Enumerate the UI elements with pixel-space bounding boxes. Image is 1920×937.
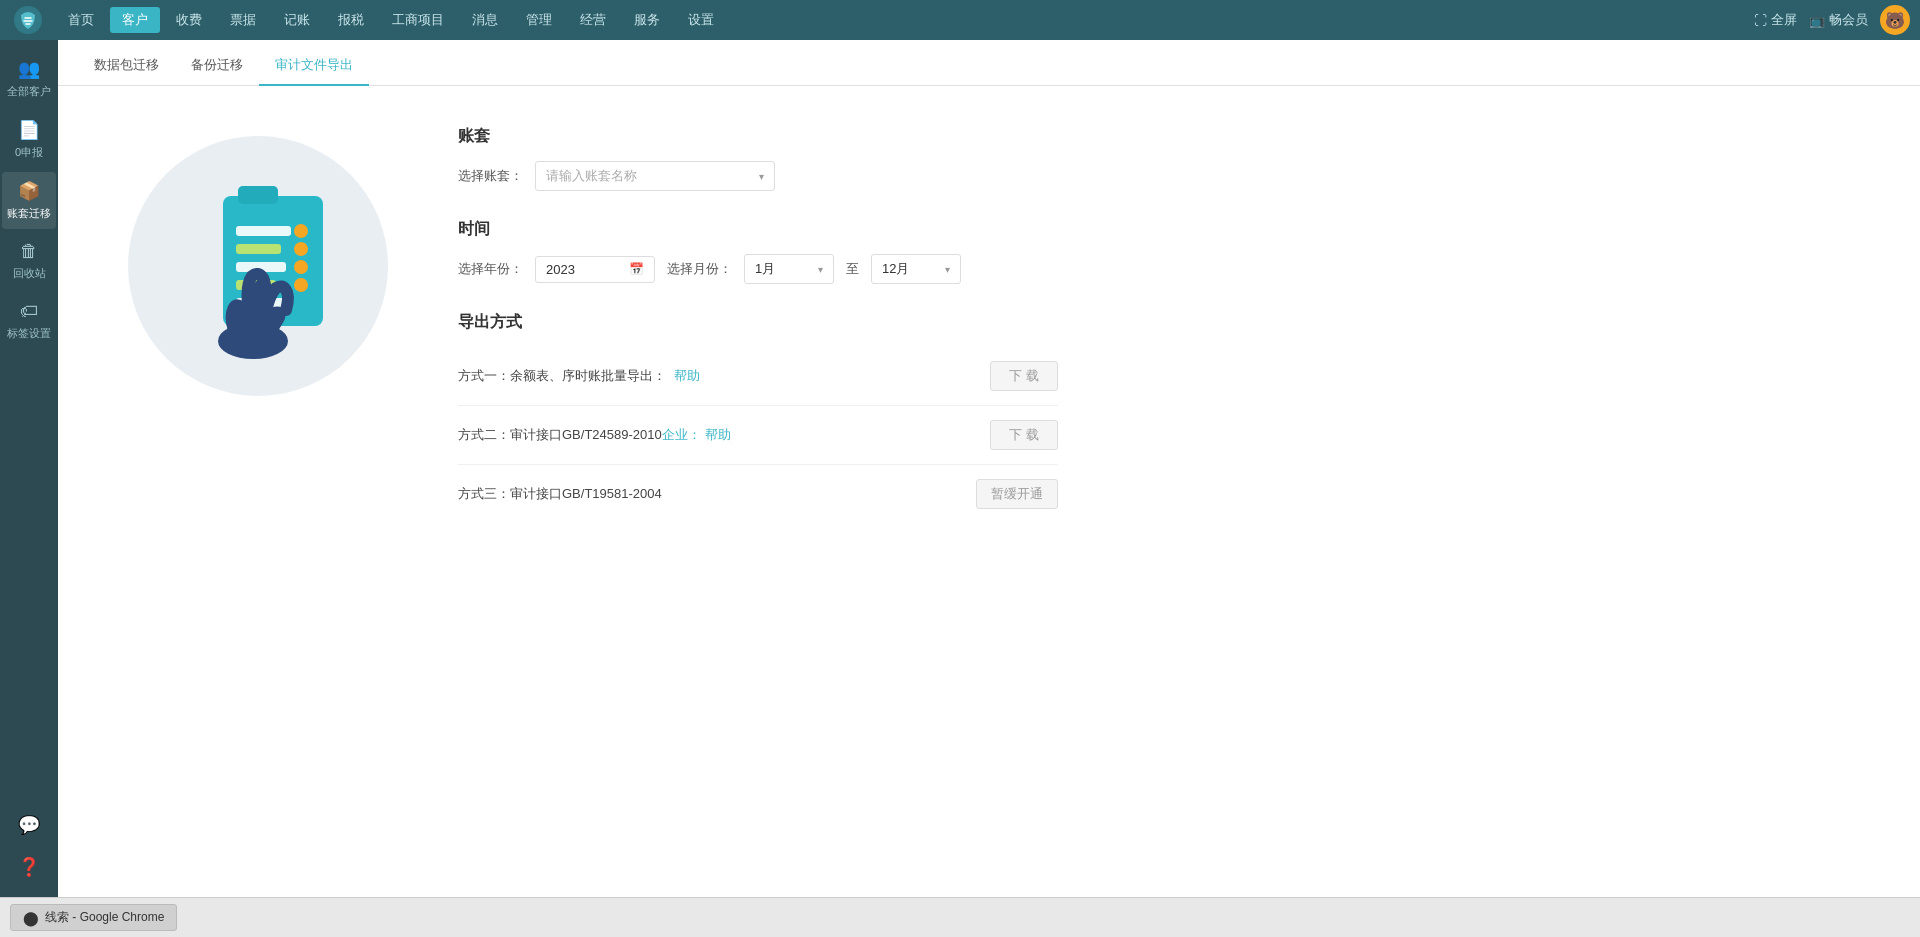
taskbar-item-label: 线索 - Google Chrome (45, 909, 164, 926)
tag-settings-icon: 🏷 (20, 301, 38, 322)
account-select[interactable]: 请输入账套名称 ▾ (535, 161, 775, 191)
vip-icon: 📺 (1809, 13, 1825, 28)
method-3-desc: 方式三：审计接口GB/T19581-2004 (458, 485, 662, 503)
nav-client[interactable]: 客户 (110, 7, 160, 33)
nav-items: 首页 客户 收费 票据 记账 报税 工商项目 消息 管理 经营 服务 设置 (56, 7, 1754, 33)
year-input[interactable]: 2023 📅 (535, 256, 655, 283)
sidebar-item-zero-declare[interactable]: 📄 0申报 (2, 111, 56, 168)
month-end-value: 12月 (882, 260, 909, 278)
nav-bookkeeping[interactable]: 记账 (272, 7, 322, 33)
avatar[interactable]: 🐻 (1880, 5, 1910, 35)
tab-audit-export[interactable]: 审计文件导出 (259, 46, 369, 86)
method-2-desc: 方式二：审计接口GB/T24589-2010企业：帮助 (458, 426, 731, 444)
export-method-2: 方式二：审计接口GB/T24589-2010企业：帮助 下 载 (458, 406, 1058, 465)
sidebar-item-account-migration[interactable]: 📦 账套迁移 (2, 172, 56, 229)
svg-point-9 (294, 224, 308, 238)
time-section-title: 时间 (458, 219, 1058, 240)
method-1-download-btn[interactable]: 下 载 (990, 361, 1058, 391)
nav-settings[interactable]: 设置 (676, 7, 726, 33)
recycle-icon: 🗑 (20, 241, 38, 262)
sidebar-bottom: 💬 ❓ (11, 807, 47, 897)
svg-point-12 (294, 278, 308, 292)
sidebar-item-tag-settings[interactable]: 🏷 标签设置 (2, 293, 56, 349)
illustration-area (118, 126, 398, 857)
form-area: 账套 选择账套： 请输入账套名称 ▾ 时间 选择年份： (458, 126, 1058, 857)
month-start-value: 1月 (755, 260, 775, 278)
sidebar: 👥 全部客户 📄 0申报 📦 账套迁移 🗑 回收站 🏷 标签设置 💬 ❓ (0, 40, 58, 897)
top-navigation: 首页 客户 收费 票据 记账 报税 工商项目 消息 管理 经营 服务 设置 ⛶ … (0, 0, 1920, 40)
account-form-row: 选择账套： 请输入账套名称 ▾ (458, 161, 1058, 191)
fullscreen-icon: ⛶ (1754, 13, 1767, 28)
nav-operation[interactable]: 经营 (568, 7, 618, 33)
method-1-desc: 方式一：余额表、序时账批量导出： 帮助 (458, 367, 700, 385)
taskbar: ⬤ 线索 - Google Chrome (0, 897, 1920, 937)
year-value: 2023 (546, 262, 575, 277)
nav-billing[interactable]: 收费 (164, 7, 214, 33)
tab-backup-migration[interactable]: 备份迁移 (175, 46, 259, 86)
account-label: 选择账套： (458, 167, 523, 185)
tab-data-migration[interactable]: 数据包迁移 (78, 46, 175, 86)
all-clients-icon: 👥 (18, 58, 40, 80)
svg-point-10 (294, 242, 308, 256)
account-select-arrow: ▾ (759, 171, 764, 182)
month-label: 选择月份： (667, 260, 732, 278)
sidebar-item-all-clients[interactable]: 👥 全部客户 (2, 50, 56, 107)
main-layout: 👥 全部客户 📄 0申报 📦 账套迁移 🗑 回收站 🏷 标签设置 💬 ❓ 数据包… (0, 40, 1920, 897)
tabs-bar: 数据包迁移 备份迁移 审计文件导出 (58, 40, 1920, 86)
export-section-title: 导出方式 (458, 312, 1058, 333)
svg-rect-3 (238, 186, 278, 204)
calendar-icon: 📅 (629, 262, 644, 276)
month-start-arrow: ▾ (818, 264, 823, 275)
fullscreen-btn[interactable]: ⛶ 全屏 (1754, 11, 1797, 29)
taskbar-chrome-item[interactable]: ⬤ 线索 - Google Chrome (10, 904, 177, 931)
export-method-1: 方式一：余额表、序时账批量导出： 帮助 下 载 (458, 347, 1058, 406)
month-end-select[interactable]: 12月 ▾ (871, 254, 961, 284)
method-2-download-btn[interactable]: 下 载 (990, 420, 1058, 450)
app-logo[interactable] (10, 2, 46, 38)
help-icon-btn[interactable]: ❓ (11, 849, 47, 885)
method-3-open-btn[interactable]: 暂缓开通 (976, 479, 1058, 509)
page-content: 账套 选择账套： 请输入账套名称 ▾ 时间 选择年份： (58, 86, 1920, 897)
svg-point-11 (294, 260, 308, 274)
nav-business[interactable]: 工商项目 (380, 7, 456, 33)
method-1-help-link[interactable]: 帮助 (674, 368, 700, 383)
account-migration-icon: 📦 (18, 180, 40, 202)
nav-tax[interactable]: 报税 (326, 7, 376, 33)
month-end-arrow: ▾ (945, 264, 950, 275)
illustration-svg (158, 156, 358, 376)
nav-home[interactable]: 首页 (56, 7, 106, 33)
nav-service[interactable]: 服务 (622, 7, 672, 33)
to-text: 至 (846, 260, 859, 278)
illustration-circle (128, 136, 388, 396)
export-method-3: 方式三：审计接口GB/T19581-2004 暂缓开通 (458, 465, 1058, 523)
chrome-icon: ⬤ (23, 910, 39, 926)
method-2-company-tag: 企业： (662, 427, 701, 442)
time-form-row: 选择年份： 2023 📅 选择月份： 1月 ▾ 至 12月 (458, 254, 1058, 284)
zero-declare-icon: 📄 (18, 119, 40, 141)
top-nav-right: ⛶ 全屏 📺 畅会员 🐻 (1754, 5, 1910, 35)
svg-rect-5 (236, 244, 281, 254)
month-start-select[interactable]: 1月 ▾ (744, 254, 834, 284)
svg-rect-4 (236, 226, 291, 236)
account-select-placeholder: 请输入账套名称 (546, 167, 637, 185)
year-label: 选择年份： (458, 260, 523, 278)
vip-btn[interactable]: 📺 畅会员 (1809, 11, 1868, 29)
nav-invoice[interactable]: 票据 (218, 7, 268, 33)
sidebar-item-recycle[interactable]: 🗑 回收站 (2, 233, 56, 289)
method-2-help-link[interactable]: 帮助 (705, 427, 731, 442)
content-area: 数据包迁移 备份迁移 审计文件导出 (58, 40, 1920, 897)
message-icon-btn[interactable]: 💬 (11, 807, 47, 843)
export-section: 导出方式 方式一：余额表、序时账批量导出： 帮助 下 载 方式二：审计接口GB/… (458, 312, 1058, 523)
account-section-title: 账套 (458, 126, 1058, 147)
account-section: 账套 选择账套： 请输入账套名称 ▾ (458, 126, 1058, 191)
nav-manage[interactable]: 管理 (514, 7, 564, 33)
nav-message[interactable]: 消息 (460, 7, 510, 33)
time-section: 时间 选择年份： 2023 📅 选择月份： 1月 ▾ 至 (458, 219, 1058, 284)
